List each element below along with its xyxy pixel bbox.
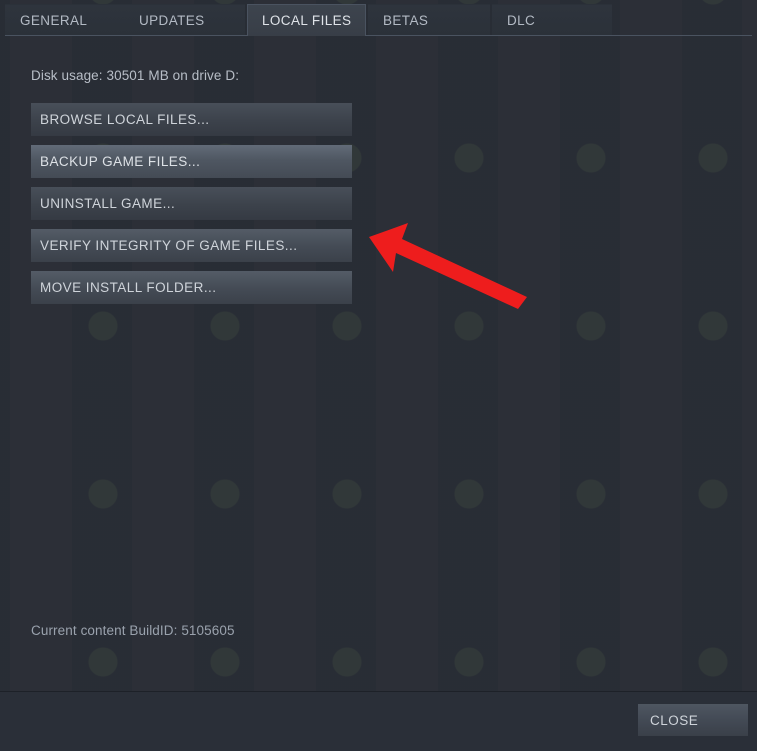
browse-local-files-button[interactable]: BROWSE LOCAL FILES... [31, 103, 352, 136]
move-install-folder-button[interactable]: MOVE INSTALL FOLDER... [31, 271, 352, 304]
backup-game-files-button[interactable]: BACKUP GAME FILES... [31, 145, 352, 178]
current-content-buildid-label: Current content BuildID: 5105605 [31, 623, 235, 638]
tab-local-files-label: LOCAL FILES [262, 13, 352, 28]
tab-betas[interactable]: BETAS [368, 4, 490, 35]
properties-tabstrip: GENERAL UPDATES LOCAL FILES BETAS DLC [0, 0, 757, 37]
local-files-action-list: BROWSE LOCAL FILES... BACKUP GAME FILES.… [31, 103, 352, 313]
dialog-footer: CLOSE [0, 692, 757, 751]
tab-dlc[interactable]: DLC [492, 4, 612, 35]
tab-general-label: GENERAL [20, 12, 88, 28]
disk-usage-label: Disk usage: 30501 MB on drive D: [31, 68, 240, 83]
tab-betas-label: BETAS [383, 12, 429, 28]
tab-updates[interactable]: UPDATES [124, 4, 245, 35]
verify-integrity-of-game-files-button[interactable]: VERIFY INTEGRITY OF GAME FILES... [31, 229, 352, 262]
uninstall-game-button[interactable]: UNINSTALL GAME... [31, 187, 352, 220]
tab-local-files[interactable]: LOCAL FILES [247, 4, 366, 36]
tab-dlc-label: DLC [507, 12, 536, 28]
tab-general[interactable]: GENERAL [5, 4, 124, 35]
game-properties-window: GENERAL UPDATES LOCAL FILES BETAS DLC Di… [0, 0, 757, 751]
tab-updates-label: UPDATES [139, 12, 205, 28]
local-files-panel: Disk usage: 30501 MB on drive D: BROWSE … [0, 36, 757, 691]
close-button[interactable]: CLOSE [638, 704, 748, 736]
